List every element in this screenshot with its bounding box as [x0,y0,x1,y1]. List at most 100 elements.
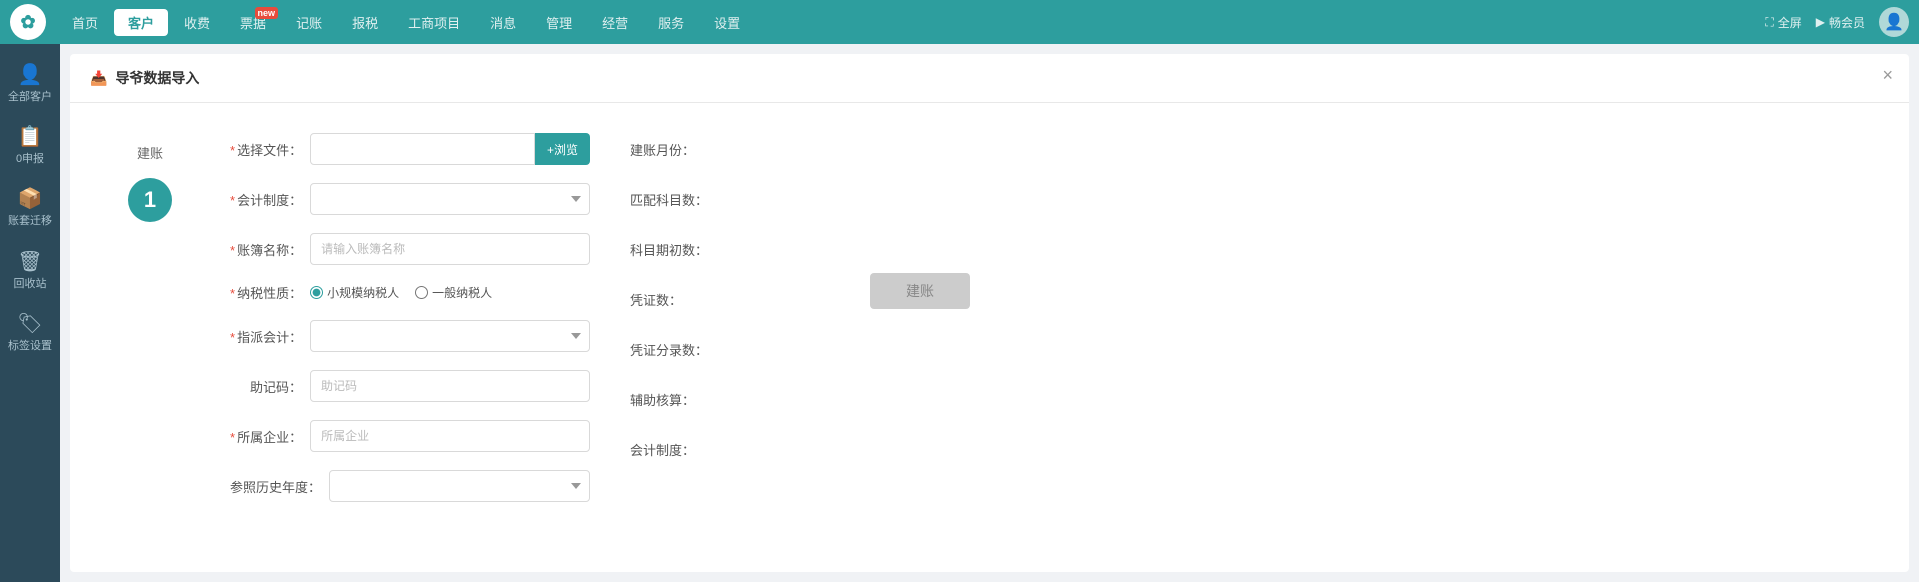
fiscal-year-select[interactable] [329,470,590,502]
sidebar: 👤 全部客户 📋 0申报 📦 账套迁移 🗑 回收站 🏷 标签设置 [0,44,60,582]
file-input[interactable] [310,133,535,165]
nav-item-operation[interactable]: 经营 [588,9,642,36]
tax-small-option[interactable]: 小规模纳税人 [310,284,399,301]
right-accounting-system-row: 会计制度： [630,433,970,465]
sidebar-label-declaration: 0申报 [16,153,44,166]
vip-button[interactable]: ▶ 畅会员 [1816,14,1865,31]
voucher-row: 凭证数： 建账 [630,283,970,315]
import-icon: 📥 [90,70,107,87]
company-row: *所属企业： [230,420,590,452]
sidebar-icon-migrate: 📦 [18,186,43,211]
file-input-wrapper: +浏览 [310,133,590,165]
app-logo: ✿ [10,4,46,40]
dialog-title: 导爷数据导入 [115,68,199,88]
tax-general-option[interactable]: 一般纳税人 [415,284,492,301]
nav-item-settings[interactable]: 设置 [700,9,754,36]
tax-type-label: *纳税性质： [230,283,302,302]
nav-badge-invoice: new [255,7,279,19]
sidebar-icon-all-customer: 👤 [18,62,43,87]
vip-label: 畅会员 [1829,14,1865,31]
step-label: 建账 [137,143,163,162]
nav-item-ledger[interactable]: 记账 [282,9,336,36]
match-subject-label: 匹配科目数： [630,190,710,209]
tax-type-row: *纳税性质： 小规模纳税人 一般纳税人 [230,283,590,302]
nav-item-fee[interactable]: 收费 [170,9,224,36]
memo-code-label: 助记码： [230,377,302,396]
fiscal-year-row: 参照历史年度： [230,470,590,502]
dialog-panel: 📥 导爷数据导入 × 建账 1 *选择文件： [70,54,1909,572]
company-input[interactable] [310,420,590,452]
nav-item-manage[interactable]: 管理 [532,9,586,36]
main-content: 📥 导爷数据导入 × 建账 1 *选择文件： [60,44,1919,582]
build-month-label: 建账月份： [630,140,710,159]
step-section: 建账 1 [110,133,190,502]
accountant-select[interactable] [310,320,590,352]
sidebar-label-migrate: 账套迁移 [8,215,52,228]
browse-button[interactable]: +浏览 [535,133,590,165]
aux-accounting-label: 辅助核算： [630,390,710,409]
sidebar-icon-declaration: 📋 [18,124,43,149]
nav-item-bizproject[interactable]: 工商项目 [394,9,474,36]
nav-item-message[interactable]: 消息 [476,9,530,36]
subject-initial-row: 科目期初数： [630,233,970,265]
nav-item-home[interactable]: 首页 [58,9,112,36]
memo-code-input[interactable] [310,370,590,402]
nav-item-invoice[interactable]: 票据new [226,9,280,36]
accounting-system-row: *会计制度： [230,183,590,215]
step-circle: 1 [128,178,172,222]
top-navigation: ✿ 首页客户收费票据new记账报税工商项目消息管理经营服务设置 ⛶ 全屏 ▶ 畅… [0,0,1919,44]
sidebar-item-declaration[interactable]: 📋 0申报 [2,116,58,174]
ledger-name-row: *账簿名称： [230,233,590,265]
build-month-row: 建账月份： [630,133,970,165]
voucher-count-label: 凭证数： [630,290,710,309]
fiscal-year-label: 参照历史年度： [230,477,321,496]
file-select-label: *选择文件： [230,140,302,159]
nav-menu: 首页客户收费票据new记账报税工商项目消息管理经营服务设置 [58,9,1765,36]
accounting-system-label: *会计制度： [230,190,302,209]
aux-accounting-row: 辅助核算： [630,383,970,415]
voucher-entries-row: 凭证分录数： [630,333,970,365]
sidebar-label-tag: 标签设置 [8,340,52,353]
fullscreen-icon: ⛶ [1765,15,1773,30]
sidebar-label-recycle: 回收站 [14,278,47,291]
nav-item-customer[interactable]: 客户 [114,9,168,36]
subject-initial-label: 科目期初数： [630,240,710,259]
sidebar-icon-tag: 🏷 [17,311,42,336]
accounting-system-select[interactable] [310,183,590,215]
match-subject-row: 匹配科目数： [630,183,970,215]
right-accounting-system-label: 会计制度： [630,440,710,459]
step-number: 1 [144,187,156,213]
nav-right-section: ⛶ 全屏 ▶ 畅会员 👤 [1765,7,1909,37]
accountant-label: *指派会计： [230,327,302,346]
sidebar-item-migrate[interactable]: 📦 账套迁移 [2,178,58,236]
sidebar-item-tag[interactable]: 🏷 标签设置 [2,303,58,361]
dialog-header: 📥 导爷数据导入 [70,54,1909,103]
tax-general-label: 一般纳税人 [432,284,492,301]
fullscreen-label: 全屏 [1778,14,1802,31]
avatar-icon: 👤 [1884,12,1904,32]
accountant-row: *指派会计： [230,320,590,352]
file-select-row: *选择文件： +浏览 [230,133,590,165]
form-right: 建账月份： 匹配科目数： 科目期初数： 凭证数： 建账 [630,133,970,502]
sidebar-icon-recycle: 🗑 [17,249,42,274]
tax-type-radio-group: 小规模纳税人 一般纳税人 [310,284,492,301]
logo-icon: ✿ [20,12,35,33]
voucher-entries-label: 凭证分录数： [630,340,710,359]
nav-item-service[interactable]: 服务 [644,9,698,36]
form-left: *选择文件： +浏览 *会计制度： [230,133,590,502]
tax-small-label: 小规模纳税人 [327,284,399,301]
dialog-body: 建账 1 *选择文件： +浏览 [70,103,1909,532]
vip-icon: ▶ [1816,15,1825,29]
ledger-name-label: *账簿名称： [230,240,302,259]
sidebar-label-all-customer: 全部客户 [8,91,52,104]
avatar[interactable]: 👤 [1879,7,1909,37]
build-button[interactable]: 建账 [870,273,970,309]
nav-item-tax[interactable]: 报税 [338,9,392,36]
close-button[interactable]: × [1882,66,1893,84]
sidebar-item-all-customer[interactable]: 👤 全部客户 [2,54,58,112]
memo-code-row: 助记码： [230,370,590,402]
fullscreen-button[interactable]: ⛶ 全屏 [1765,14,1801,31]
sidebar-item-recycle[interactable]: 🗑 回收站 [2,241,58,299]
company-label: *所属企业： [230,427,302,446]
ledger-name-input[interactable] [310,233,590,265]
